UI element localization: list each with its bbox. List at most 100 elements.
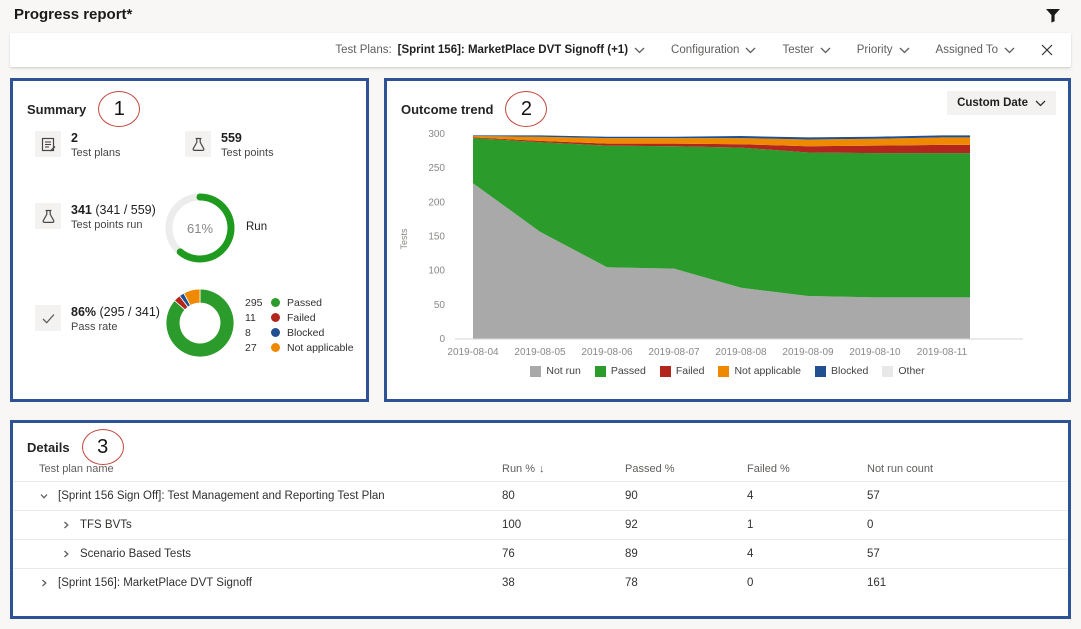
- priority-filter-dropdown[interactable]: Priority: [857, 44, 910, 56]
- chevron-right-icon[interactable]: [61, 520, 71, 530]
- assigned-to-filter-label: Assigned To: [936, 44, 998, 56]
- cell-passed: 92: [625, 519, 747, 531]
- cell-not_run: 0: [867, 519, 1068, 531]
- svg-text:2019-08-11: 2019-08-11: [917, 347, 968, 358]
- test-plans-count: 2: [71, 131, 78, 145]
- legend-swatch-icon: [718, 366, 729, 377]
- svg-text:2019-08-08: 2019-08-08: [715, 347, 767, 358]
- legend-swatch-icon: [660, 366, 671, 377]
- column-failed-percent[interactable]: Failed %: [747, 463, 867, 475]
- run-gauge-percent: 61%: [162, 190, 238, 266]
- legend-dot-icon: [271, 343, 280, 352]
- custom-date-button[interactable]: Custom Date: [947, 91, 1056, 115]
- test-plans-filter-dropdown[interactable]: Test Plans: [Sprint 156]: MarketPlace DV…: [335, 44, 645, 56]
- chevron-right-icon[interactable]: [61, 549, 71, 559]
- column-not-run-count[interactable]: Not run count: [867, 463, 1068, 475]
- details-table: Test plan name Run %↓ Passed % Failed % …: [13, 457, 1068, 597]
- cell-failed: 1: [747, 519, 867, 531]
- column-passed-percent[interactable]: Passed %: [625, 463, 747, 475]
- trend-legend-item[interactable]: Passed: [595, 365, 646, 377]
- configuration-filter-label: Configuration: [671, 44, 739, 56]
- trend-legend-item[interactable]: Blocked: [815, 365, 868, 377]
- cell-failed: 0: [747, 577, 867, 589]
- trend-legend-item[interactable]: Not applicable: [718, 365, 801, 377]
- table-row[interactable]: TFS BVTs1009210: [13, 510, 1068, 539]
- pass-rate-label: Pass rate: [71, 321, 160, 333]
- chevron-down-icon[interactable]: [39, 491, 49, 501]
- svg-text:0: 0: [439, 334, 445, 345]
- beaker-icon: [185, 131, 211, 157]
- trend-legend-item[interactable]: Other: [882, 365, 924, 377]
- custom-date-label: Custom Date: [957, 97, 1028, 109]
- chevron-down-icon: [899, 47, 910, 54]
- assigned-to-filter-dropdown[interactable]: Assigned To: [936, 44, 1015, 56]
- svg-text:2019-08-04: 2019-08-04: [447, 347, 499, 358]
- details-table-header: Test plan name Run %↓ Passed % Failed % …: [13, 457, 1068, 481]
- svg-text:2019-08-10: 2019-08-10: [849, 347, 901, 358]
- chevron-right-icon[interactable]: [39, 578, 49, 588]
- check-icon: [35, 305, 61, 331]
- svg-text:200: 200: [428, 197, 445, 208]
- svg-text:150: 150: [428, 232, 445, 243]
- trend-legend-item[interactable]: Not run: [530, 365, 580, 377]
- chevron-down-icon: [634, 47, 645, 54]
- test-plan-name: [Sprint 156]: MarketPlace DVT Signoff: [58, 577, 252, 589]
- cell-passed: 90: [625, 490, 747, 502]
- column-run-percent[interactable]: Run %↓: [502, 463, 625, 475]
- table-row[interactable]: [Sprint 156 Sign Off]: Test Management a…: [13, 481, 1068, 510]
- close-filter-icon[interactable]: [1041, 44, 1053, 56]
- svg-text:100: 100: [428, 266, 445, 277]
- chevron-down-icon: [1004, 47, 1015, 54]
- test-points-run-label: Test points run: [71, 219, 156, 231]
- filter-funnel-icon[interactable]: [1045, 8, 1065, 26]
- legend-swatch-icon: [530, 366, 541, 377]
- table-row[interactable]: [Sprint 156]: MarketPlace DVT Signoff387…: [13, 568, 1068, 597]
- outcome-donut-legend: 295Passed 11Failed 8Blocked 27Not applicabl…: [245, 297, 354, 353]
- cell-not_run: 161: [867, 577, 1068, 589]
- table-row[interactable]: Scenario Based Tests7689457: [13, 539, 1068, 568]
- chevron-down-icon: [1035, 100, 1046, 107]
- cell-passed: 78: [625, 577, 747, 589]
- configuration-filter-dropdown[interactable]: Configuration: [671, 44, 756, 56]
- cell-run: 80: [502, 490, 625, 502]
- test-plan-icon: [35, 131, 61, 157]
- legend-swatch-icon: [882, 366, 893, 377]
- test-plan-name: TFS BVTs: [80, 519, 132, 531]
- donut-legend-item: 27Not applicable: [245, 342, 354, 353]
- tester-filter-dropdown[interactable]: Tester: [782, 44, 830, 56]
- trend-legend-item[interactable]: Failed: [660, 365, 705, 377]
- cell-passed: 89: [625, 548, 747, 560]
- details-title: Details: [27, 440, 70, 455]
- svg-text:50: 50: [434, 300, 446, 311]
- run-gauge-chart: 61%: [162, 190, 238, 266]
- test-plans-filter-label: Test Plans:: [335, 44, 391, 56]
- cell-not_run: 57: [867, 490, 1068, 502]
- cell-failed: 4: [747, 490, 867, 502]
- test-points-count: 559: [221, 131, 242, 145]
- outcome-trend-panel: Outcome trend 2 Custom Date 050100150200…: [384, 78, 1071, 402]
- svg-text:Tests: Tests: [399, 228, 409, 250]
- summary-title: Summary: [27, 102, 86, 117]
- donut-legend-item: 8Blocked: [245, 327, 354, 338]
- test-plans-label: Test plans: [71, 147, 121, 159]
- svg-text:2019-08-09: 2019-08-09: [782, 347, 834, 358]
- column-test-plan-name[interactable]: Test plan name: [13, 463, 502, 475]
- chevron-down-icon: [820, 47, 831, 54]
- svg-text:2019-08-07: 2019-08-07: [648, 347, 700, 358]
- filter-bar: Test Plans: [Sprint 156]: MarketPlace DV…: [10, 33, 1071, 67]
- pass-rate-stat: 86% (295 / 341) Pass rate: [35, 305, 160, 333]
- outcome-trend-chart: 0501001502002503002019-08-042019-08-0520…: [393, 119, 1061, 363]
- test-points-label: Test points: [221, 147, 274, 159]
- test-points-run-stat: 341 (341 / 559) Test points run: [35, 203, 156, 231]
- page-title: Progress report*: [14, 6, 132, 23]
- chevron-down-icon: [745, 47, 756, 54]
- test-plan-name: Scenario Based Tests: [80, 548, 191, 560]
- outcome-trend-legend: Not run Passed Failed Not applicable Blocked…: [387, 365, 1068, 377]
- svg-text:300: 300: [428, 129, 445, 140]
- donut-legend-item: 295Passed: [245, 297, 354, 308]
- donut-legend-item: 11Failed: [245, 312, 354, 323]
- page-header: Progress report*: [0, 0, 1081, 30]
- legend-dot-icon: [271, 328, 280, 337]
- svg-text:2019-08-06: 2019-08-06: [581, 347, 633, 358]
- cell-not_run: 57: [867, 548, 1068, 560]
